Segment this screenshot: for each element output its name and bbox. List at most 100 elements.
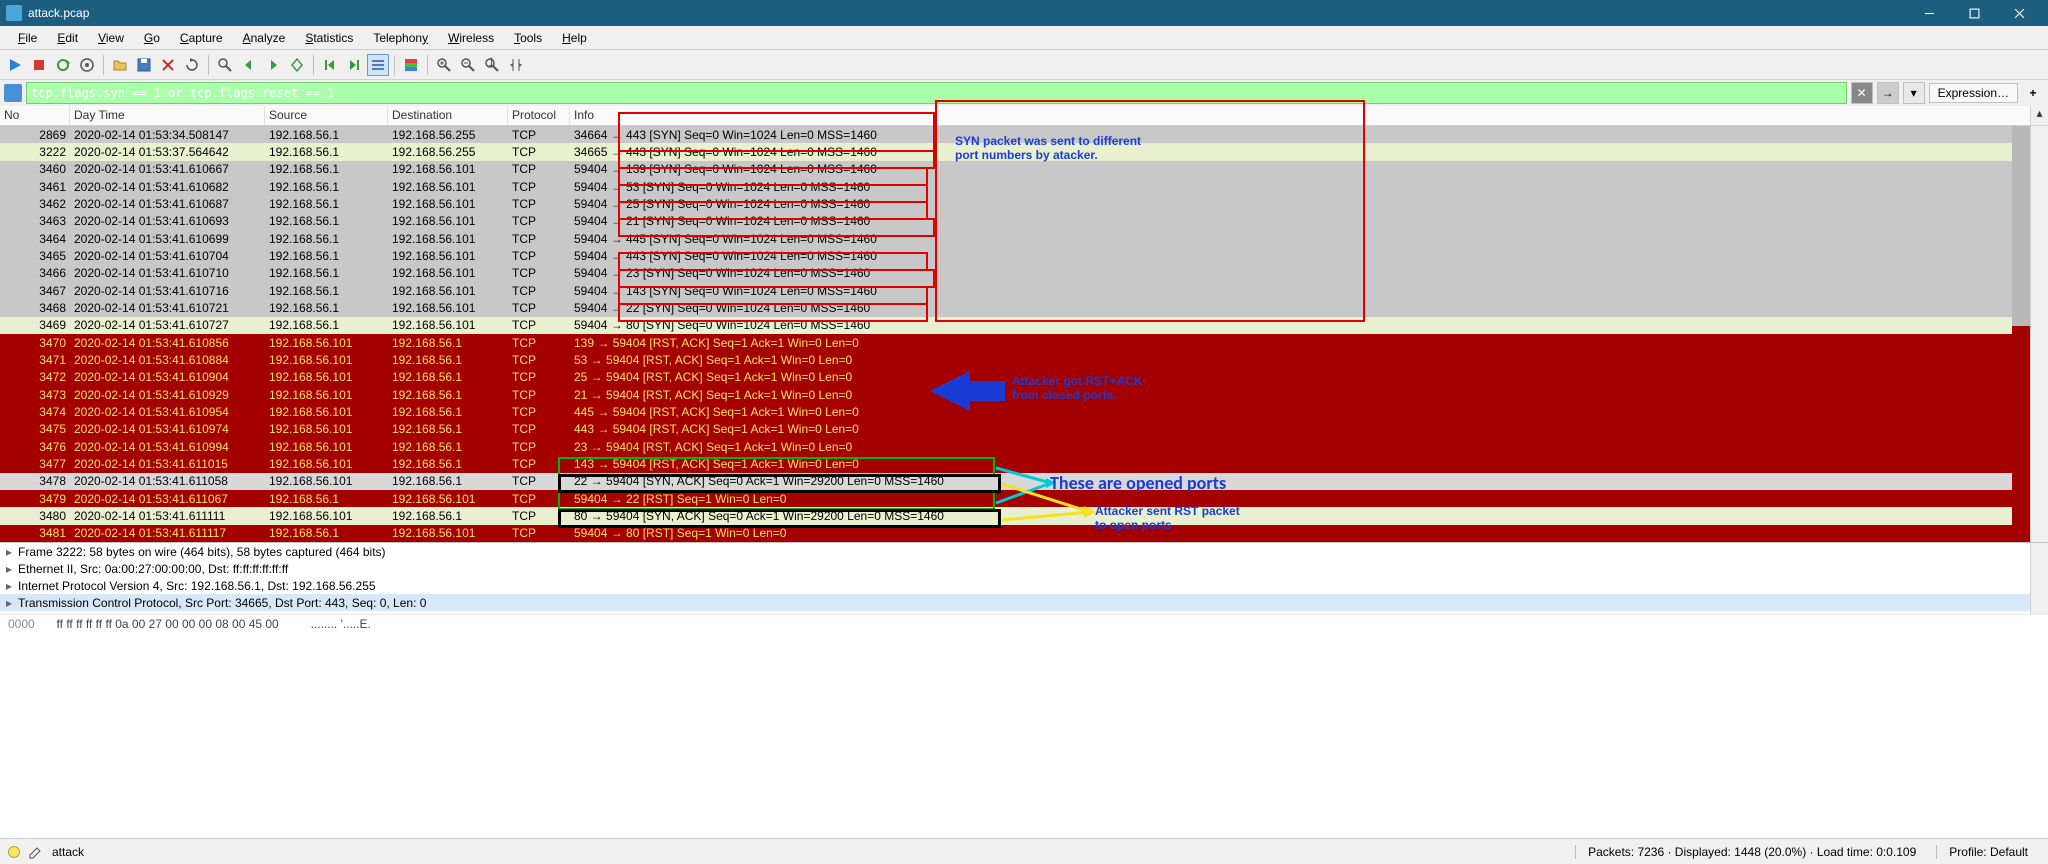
menu-tools[interactable]: Tools: [504, 29, 552, 47]
close-button[interactable]: [1997, 0, 2042, 26]
menu-statistics[interactable]: Statistics: [295, 29, 363, 47]
add-filter-button[interactable]: +: [2022, 82, 2044, 104]
packet-row[interactable]: 34602020-02-14 01:53:41.610667192.168.56…: [0, 161, 2048, 178]
packet-row[interactable]: 34692020-02-14 01:53:41.610727192.168.56…: [0, 317, 2048, 334]
wireshark-icon: [6, 5, 22, 21]
restart-capture-icon[interactable]: [52, 54, 74, 76]
filter-history-icon[interactable]: ▾: [1903, 82, 1925, 104]
zoom-reset-icon[interactable]: 1: [481, 54, 503, 76]
packet-row[interactable]: 34672020-02-14 01:53:41.610716192.168.56…: [0, 282, 2048, 299]
packet-row[interactable]: 34802020-02-14 01:53:41.611111192.168.56…: [0, 507, 2048, 524]
menu-telephony[interactable]: Telephony: [363, 29, 438, 47]
hex-offset: 0000: [8, 617, 35, 631]
expression-button[interactable]: Expression…: [1929, 83, 2018, 103]
toolbar-separator: [208, 55, 209, 75]
packet-row[interactable]: 34682020-02-14 01:53:41.610721192.168.56…: [0, 299, 2048, 316]
packet-row[interactable]: 34712020-02-14 01:53:41.610884192.168.56…: [0, 351, 2048, 368]
capture-options-icon[interactable]: [76, 54, 98, 76]
bookmark-icon[interactable]: [4, 84, 22, 102]
packet-row[interactable]: 34722020-02-14 01:53:41.610904192.168.56…: [0, 369, 2048, 386]
menu-go[interactable]: Go: [134, 29, 170, 47]
hex-bytes: ff ff ff ff ff ff 0a 00 27 00 00 00 08 0…: [57, 617, 279, 631]
packet-row[interactable]: 34702020-02-14 01:53:41.610856192.168.56…: [0, 334, 2048, 351]
resize-columns-icon[interactable]: [505, 54, 527, 76]
packet-row[interactable]: 34652020-02-14 01:53:41.610704192.168.56…: [0, 247, 2048, 264]
packet-bytes[interactable]: 0000 ff ff ff ff ff ff 0a 00 27 00 00 00…: [0, 614, 2048, 636]
packet-row[interactable]: 34612020-02-14 01:53:41.610682192.168.56…: [0, 178, 2048, 195]
zoom-in-icon[interactable]: [433, 54, 455, 76]
expand-icon[interactable]: ▸: [6, 562, 18, 576]
col-no[interactable]: No: [0, 106, 70, 125]
start-capture-icon[interactable]: [4, 54, 26, 76]
go-to-packet-icon[interactable]: [286, 54, 308, 76]
packet-row[interactable]: 34812020-02-14 01:53:41.611117192.168.56…: [0, 525, 2048, 542]
minimize-button[interactable]: [1907, 0, 1952, 26]
auto-scroll-icon[interactable]: [367, 54, 389, 76]
edit-icon[interactable]: [28, 844, 44, 860]
packet-list[interactable]: 28692020-02-14 01:53:34.508147192.168.56…: [0, 126, 2048, 542]
col-destination[interactable]: Destination: [388, 106, 508, 125]
scroll-up-icon[interactable]: ▴: [2030, 106, 2048, 125]
zoom-out-icon[interactable]: [457, 54, 479, 76]
display-filter-input[interactable]: [26, 82, 1847, 104]
col-protocol[interactable]: Protocol: [508, 106, 570, 125]
close-file-icon[interactable]: [157, 54, 179, 76]
packet-row[interactable]: 34792020-02-14 01:53:41.611067192.168.56…: [0, 490, 2048, 507]
menu-wireless[interactable]: Wireless: [438, 29, 504, 47]
packet-row[interactable]: 34782020-02-14 01:53:41.611058192.168.56…: [0, 473, 2048, 490]
hex-ascii: ........ '.....E.: [311, 617, 371, 631]
status-bar: attack Packets: 7236 · Displayed: 1448 (…: [0, 838, 2048, 864]
packet-row[interactable]: 34622020-02-14 01:53:41.610687192.168.56…: [0, 195, 2048, 212]
main-toolbar: 1: [0, 50, 2048, 80]
packet-list-header: No Day Time Source Destination Protocol …: [0, 106, 2048, 126]
status-packets: Packets: 7236 · Displayed: 1448 (20.0%) …: [1575, 845, 1928, 859]
status-file: attack: [52, 845, 1567, 859]
packet-row[interactable]: 32222020-02-14 01:53:37.564642192.168.56…: [0, 143, 2048, 160]
col-source[interactable]: Source: [265, 106, 388, 125]
expand-icon[interactable]: ▸: [6, 545, 18, 559]
stop-capture-icon[interactable]: [28, 54, 50, 76]
menu-analyze[interactable]: Analyze: [233, 29, 296, 47]
expand-icon[interactable]: ▸: [6, 596, 18, 610]
packet-row[interactable]: 34752020-02-14 01:53:41.610974192.168.56…: [0, 421, 2048, 438]
save-file-icon[interactable]: [133, 54, 155, 76]
find-packet-icon[interactable]: [214, 54, 236, 76]
packet-row[interactable]: 34762020-02-14 01:53:41.610994192.168.56…: [0, 438, 2048, 455]
open-file-icon[interactable]: [109, 54, 131, 76]
col-time[interactable]: Day Time: [70, 106, 265, 125]
packet-row[interactable]: 34732020-02-14 01:53:41.610929192.168.56…: [0, 386, 2048, 403]
detail-tcp[interactable]: Transmission Control Protocol, Src Port:…: [18, 596, 426, 610]
packet-minimap: [2012, 126, 2030, 542]
packet-row[interactable]: 34632020-02-14 01:53:41.610693192.168.56…: [0, 213, 2048, 230]
col-info[interactable]: Info: [570, 106, 2048, 125]
menu-bar: File Edit View Go Capture Analyze Statis…: [0, 26, 2048, 50]
packet-details[interactable]: ▸Frame 3222: 58 bytes on wire (464 bits)…: [0, 542, 2048, 614]
expert-info-icon[interactable]: [8, 846, 20, 858]
detail-ip[interactable]: Internet Protocol Version 4, Src: 192.16…: [18, 579, 376, 593]
status-profile[interactable]: Profile: Default: [1936, 845, 2040, 859]
apply-filter-icon[interactable]: →: [1877, 82, 1899, 104]
menu-edit[interactable]: Edit: [47, 29, 88, 47]
packet-row[interactable]: 34742020-02-14 01:53:41.610954192.168.56…: [0, 403, 2048, 420]
clear-filter-icon[interactable]: ✕: [1851, 82, 1873, 104]
menu-view[interactable]: View: [88, 29, 134, 47]
packet-row[interactable]: 34642020-02-14 01:53:41.610699192.168.56…: [0, 230, 2048, 247]
packet-row[interactable]: 28692020-02-14 01:53:34.508147192.168.56…: [0, 126, 2048, 143]
reload-icon[interactable]: [181, 54, 203, 76]
vertical-scrollbar[interactable]: [2030, 126, 2048, 542]
expand-icon[interactable]: ▸: [6, 579, 18, 593]
detail-ethernet[interactable]: Ethernet II, Src: 0a:00:27:00:00:00, Dst…: [18, 562, 288, 576]
packet-row[interactable]: 34662020-02-14 01:53:41.610710192.168.56…: [0, 265, 2048, 282]
vertical-scrollbar[interactable]: [2030, 543, 2048, 614]
packet-row[interactable]: 34772020-02-14 01:53:41.611015192.168.56…: [0, 455, 2048, 472]
go-back-icon[interactable]: [238, 54, 260, 76]
menu-file[interactable]: File: [8, 29, 47, 47]
maximize-button[interactable]: [1952, 0, 1997, 26]
go-last-icon[interactable]: [343, 54, 365, 76]
menu-capture[interactable]: Capture: [170, 29, 233, 47]
menu-help[interactable]: Help: [552, 29, 597, 47]
go-first-icon[interactable]: [319, 54, 341, 76]
go-forward-icon[interactable]: [262, 54, 284, 76]
detail-frame[interactable]: Frame 3222: 58 bytes on wire (464 bits),…: [18, 545, 386, 559]
colorize-icon[interactable]: [400, 54, 422, 76]
